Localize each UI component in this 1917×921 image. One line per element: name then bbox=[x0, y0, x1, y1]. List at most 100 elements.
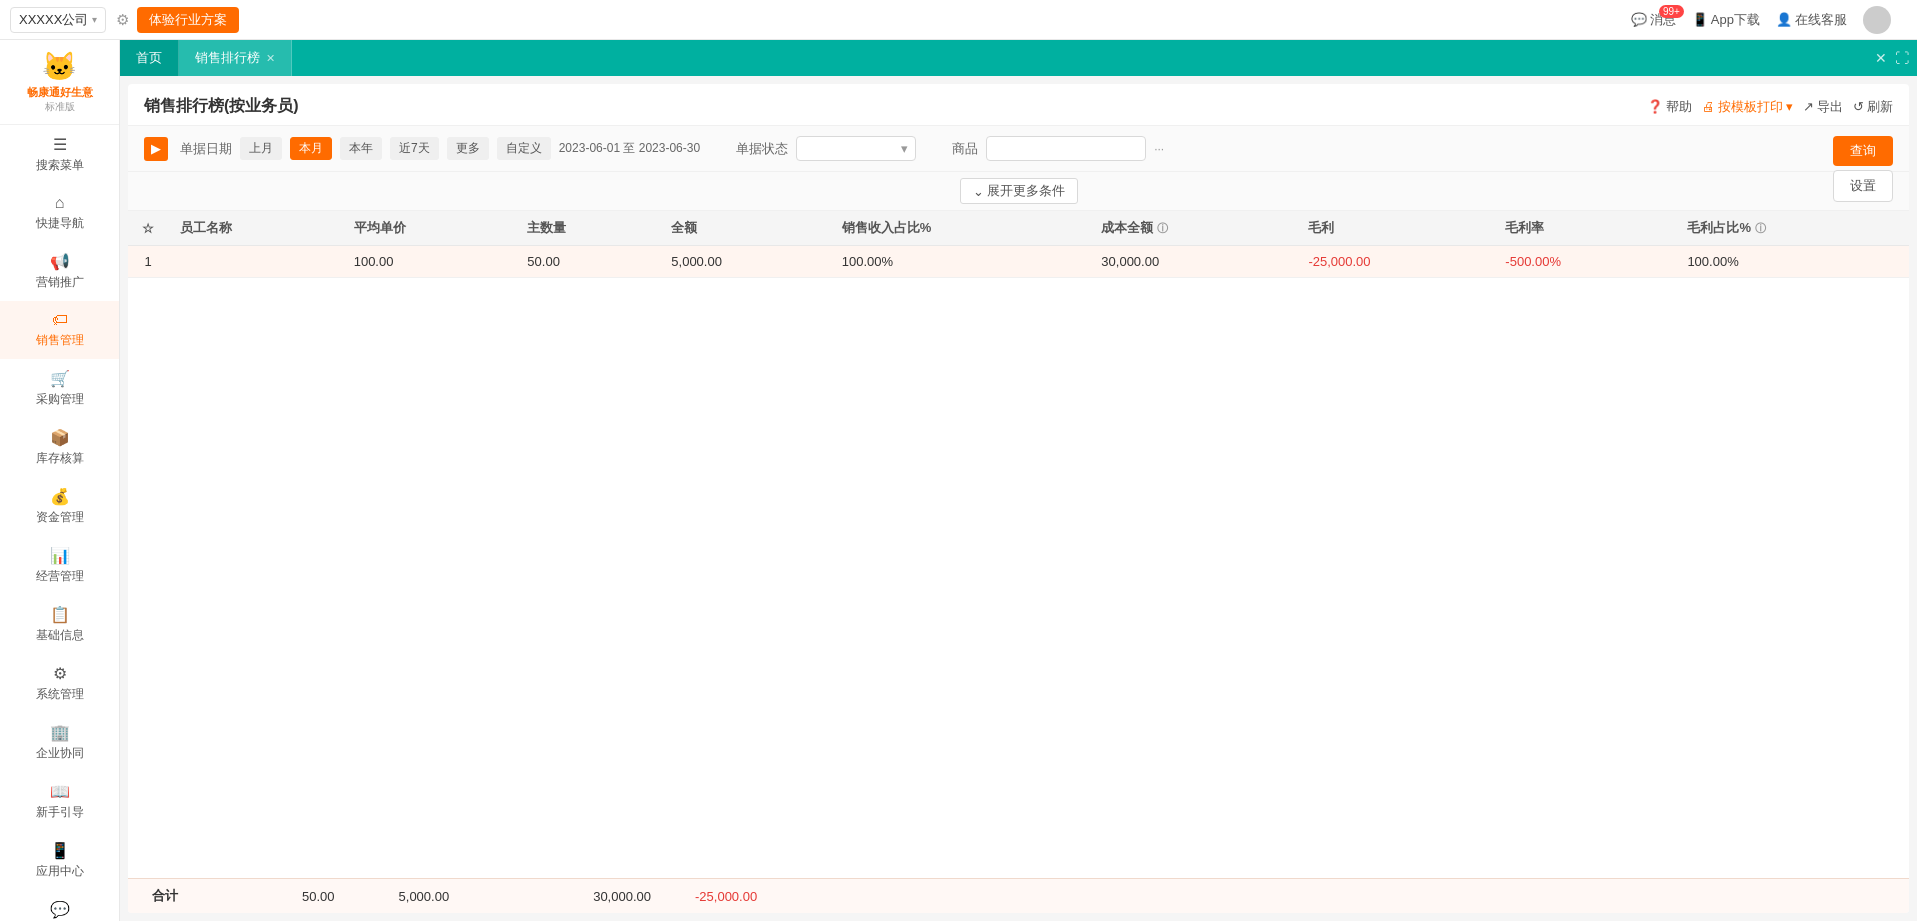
app-download-button[interactable]: 📱 App下载 bbox=[1692, 11, 1760, 29]
query-panel: 查询 设置 bbox=[1817, 126, 1909, 212]
page-content: 销售排行榜(按业务员) ❓ 帮助 🖨 按模板打印 ▾ ↗ 导出 bbox=[128, 84, 1909, 913]
online-service-button[interactable]: 👤 在线客服 bbox=[1776, 11, 1847, 29]
sales-icon: 🏷 bbox=[52, 311, 68, 329]
sidebar-logo: 🐱 畅康通好生意 标准版 bbox=[0, 40, 119, 125]
cell-qty: 50.00 bbox=[515, 246, 659, 278]
sidebar-label-finance: 资金管理 bbox=[36, 509, 84, 526]
sidebar-item-app-center[interactable]: 📱 应用中心 bbox=[0, 831, 119, 890]
logo-text: 畅康通好生意 bbox=[27, 85, 93, 100]
goods-input[interactable] bbox=[986, 136, 1146, 161]
chevron-down-icon: ⌄ bbox=[973, 184, 984, 199]
date-btn-more[interactable]: 更多 bbox=[447, 137, 489, 160]
company-selector[interactable]: XXXXX公司 ▾ bbox=[10, 7, 106, 33]
top-bar: XXXXX公司 ▾ ⚙ 体验行业方案 💬 消息 99+ 📱 App下载 👤 在线… bbox=[0, 0, 1917, 40]
sidebar-item-wechat[interactable]: 💬 企业微信 bbox=[0, 890, 119, 921]
goods-label: 商品 bbox=[952, 140, 978, 158]
tab-sales-rank[interactable]: 销售排行榜 ✕ bbox=[179, 40, 292, 76]
col-avg-price: 平均单价 bbox=[342, 211, 516, 246]
search-menu-icon: ☰ bbox=[53, 135, 67, 154]
sidebar-label-sales: 销售管理 bbox=[36, 332, 84, 349]
company-name: XXXXX公司 bbox=[19, 11, 88, 29]
settings-icon[interactable]: ⚙ bbox=[116, 11, 129, 29]
tab-home[interactable]: 首页 bbox=[120, 40, 179, 76]
sidebar-item-system[interactable]: ⚙ 系统管理 bbox=[0, 654, 119, 713]
print-icon: 🖨 bbox=[1702, 99, 1715, 114]
expand-label: 展开更多条件 bbox=[987, 182, 1065, 200]
filter-bar: ▶ 单据日期 上月 本月 本年 近7天 更多 自定义 2023-06-01 至 … bbox=[128, 126, 1909, 172]
sidebar-label-inventory: 库存核算 bbox=[36, 450, 84, 467]
date-btn-this-month[interactable]: 本月 bbox=[290, 137, 332, 160]
goods-more-icon[interactable]: ··· bbox=[1154, 142, 1164, 156]
main-layout: 🐱 畅康通好生意 标准版 ☰ 搜索菜单 ⌂ 快捷导航 📢 营销推广 🏷 销售管理… bbox=[0, 40, 1917, 921]
tab-sales-rank-label: 销售排行榜 bbox=[195, 49, 260, 67]
page-title: 销售排行榜(按业务员) bbox=[144, 96, 299, 117]
sidebar-item-enterprise[interactable]: 🏢 企业协同 bbox=[0, 713, 119, 772]
col-profit: 毛利 bbox=[1296, 211, 1493, 246]
sidebar-label-search: 搜索菜单 bbox=[36, 157, 84, 174]
cell-cost: 30,000.00 bbox=[1089, 246, 1296, 278]
tab-home-label: 首页 bbox=[136, 49, 162, 67]
footer-cost: 30,000.00 bbox=[581, 889, 663, 904]
refresh-button[interactable]: ↺ 刷新 bbox=[1853, 98, 1893, 116]
sidebar-item-finance[interactable]: 💰 资金管理 bbox=[0, 477, 119, 536]
tab-close-window-icon[interactable]: ✕ bbox=[1875, 50, 1887, 66]
table-footer: 合计 50.00 5,000.00 30,000.00 -25,000.00 bbox=[128, 878, 1909, 913]
tab-bar: 首页 销售排行榜 ✕ ✕ ⛶ bbox=[120, 40, 1917, 76]
col-qty: 主数量 bbox=[515, 211, 659, 246]
wechat-icon: 💬 bbox=[50, 900, 70, 919]
date-range: 2023-06-01 至 2023-06-30 bbox=[559, 140, 700, 157]
status-select-wrapper bbox=[796, 136, 916, 161]
operations-icon: 📊 bbox=[50, 546, 70, 565]
top-right-actions: 💬 消息 99+ 📱 App下载 👤 在线客服 bbox=[1631, 6, 1907, 34]
refresh-icon: ↺ bbox=[1853, 99, 1864, 114]
sidebar-item-inventory[interactable]: 📦 库存核算 bbox=[0, 418, 119, 477]
date-btn-7days[interactable]: 近7天 bbox=[390, 137, 439, 160]
col-name: 员工名称 bbox=[168, 211, 342, 246]
sidebar-label-operations: 经营管理 bbox=[36, 568, 84, 585]
print-chevron-icon: ▾ bbox=[1786, 99, 1793, 114]
profit-pct-info-icon[interactable]: ⓘ bbox=[1755, 222, 1766, 234]
sidebar: 🐱 畅康通好生意 标准版 ☰ 搜索菜单 ⌂ 快捷导航 📢 营销推广 🏷 销售管理… bbox=[0, 40, 120, 921]
tab-expand-icon[interactable]: ⛶ bbox=[1895, 50, 1909, 66]
expand-conditions-button[interactable]: ⌄ 展开更多条件 bbox=[960, 178, 1078, 204]
tab-close-icon[interactable]: ✕ bbox=[266, 52, 275, 65]
col-amount: 全额 bbox=[659, 211, 830, 246]
status-select[interactable] bbox=[796, 136, 916, 161]
enterprise-icon: 🏢 bbox=[50, 723, 70, 742]
table-body: 1 100.00 50.00 5,000.00 100.00% 30,000.0… bbox=[128, 246, 1909, 278]
filter-toggle-icon[interactable]: ▶ bbox=[144, 137, 168, 161]
app-center-icon: 📱 bbox=[50, 841, 70, 860]
message-button[interactable]: 💬 消息 99+ bbox=[1631, 11, 1676, 29]
sidebar-item-quick-nav[interactable]: ⌂ 快捷导航 bbox=[0, 184, 119, 242]
header-actions: ❓ 帮助 🖨 按模板打印 ▾ ↗ 导出 ↺ 刷新 bbox=[1647, 98, 1893, 116]
sidebar-item-guide[interactable]: 📖 新手引导 bbox=[0, 772, 119, 831]
sidebar-item-operations[interactable]: 📊 经营管理 bbox=[0, 536, 119, 595]
status-filter-row: 单据状态 bbox=[736, 136, 916, 161]
refresh-label: 刷新 bbox=[1867, 98, 1893, 116]
sidebar-label-purchase: 采购管理 bbox=[36, 391, 84, 408]
home-icon: ⌂ bbox=[55, 194, 65, 212]
export-button[interactable]: ↗ 导出 bbox=[1803, 98, 1843, 116]
sidebar-item-marketing[interactable]: 📢 营销推广 bbox=[0, 242, 119, 301]
logo-icon: 🐱 bbox=[42, 50, 77, 83]
date-btn-last-month[interactable]: 上月 bbox=[240, 137, 282, 160]
query-button[interactable]: 查询 bbox=[1833, 136, 1893, 166]
print-button[interactable]: 🖨 按模板打印 ▾ bbox=[1702, 98, 1793, 116]
sidebar-item-basic[interactable]: 📋 基础信息 bbox=[0, 595, 119, 654]
sidebar-item-purchase[interactable]: 🛒 采购管理 bbox=[0, 359, 119, 418]
content-area: 首页 销售排行榜 ✕ ✕ ⛶ 销售排行榜(按业务员) ❓ 帮助 bbox=[120, 40, 1917, 921]
date-btn-this-year[interactable]: 本年 bbox=[340, 137, 382, 160]
date-btn-custom[interactable]: 自定义 bbox=[497, 137, 551, 160]
sidebar-item-sales[interactable]: 🏷 销售管理 bbox=[0, 301, 119, 359]
col-profit-pct-label: 毛利占比% bbox=[1687, 220, 1751, 235]
help-button[interactable]: ❓ 帮助 bbox=[1647, 98, 1692, 116]
cell-amount: 5,000.00 bbox=[659, 246, 830, 278]
cost-info-icon[interactable]: ⓘ bbox=[1157, 222, 1168, 234]
cell-profit-pct: 100.00% bbox=[1675, 246, 1909, 278]
sidebar-item-search[interactable]: ☰ 搜索菜单 bbox=[0, 125, 119, 184]
basic-icon: 📋 bbox=[50, 605, 70, 624]
trial-button[interactable]: 体验行业方案 bbox=[137, 7, 239, 33]
avatar[interactable] bbox=[1863, 6, 1891, 34]
set-button[interactable]: 设置 bbox=[1833, 170, 1893, 202]
service-label: 在线客服 bbox=[1795, 11, 1847, 29]
